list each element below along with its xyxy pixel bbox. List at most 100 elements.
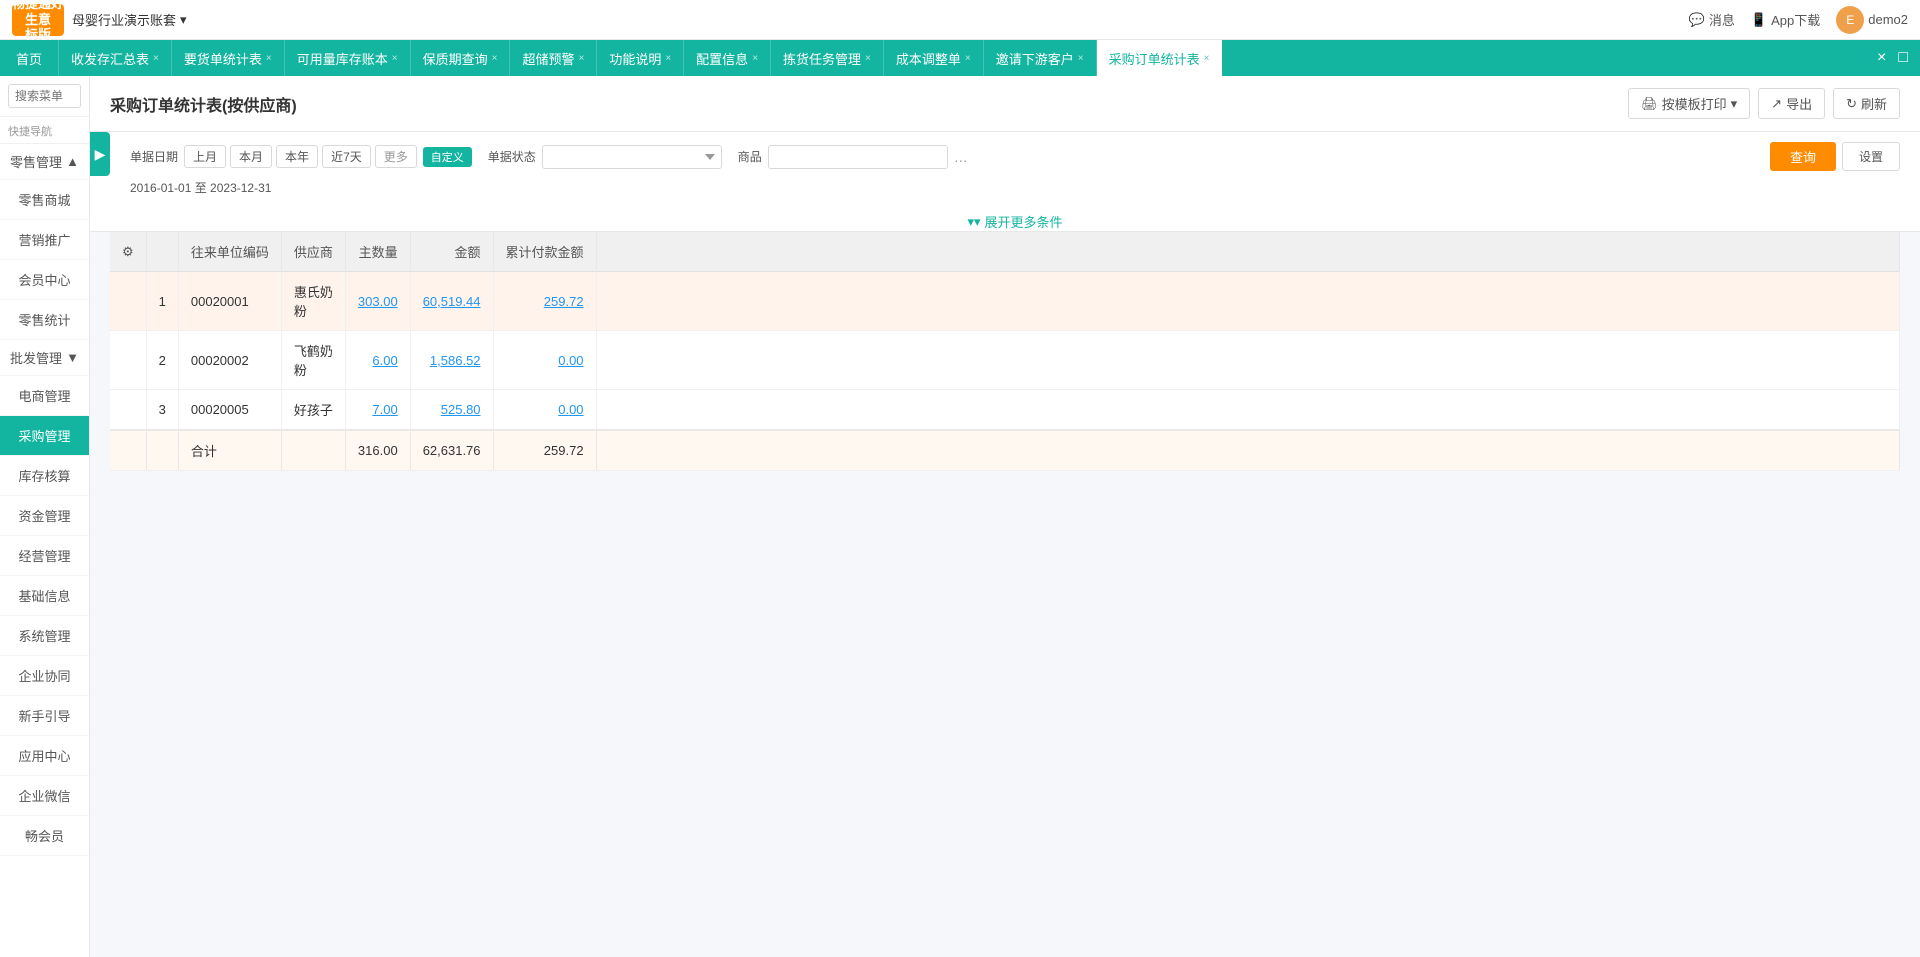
row-supplier-cell: 惠氏奶粉 bbox=[281, 272, 345, 331]
tab-invite-downstream-label: 邀请下游客户 bbox=[996, 49, 1074, 68]
print-button[interactable]: 🖨 按模板打印 ▾ bbox=[1628, 88, 1750, 119]
sidebar-item-purchase-mgmt[interactable]: 采购管理 bbox=[0, 416, 89, 456]
app-download-btn[interactable]: 📱 App下载 bbox=[1751, 10, 1820, 29]
tab-invite-downstream-close[interactable]: × bbox=[1078, 53, 1084, 64]
tab-purchase-summary[interactable]: 采购订单统计表 × bbox=[1097, 40, 1223, 76]
tab-config-info[interactable]: 配置信息 × bbox=[684, 40, 771, 76]
row-seq-cell: 2 bbox=[146, 331, 178, 390]
search-input[interactable] bbox=[8, 84, 81, 108]
filter-toggle-arrow[interactable]: ▶ bbox=[90, 132, 110, 176]
date-btn-more[interactable]: 更多 bbox=[375, 145, 417, 168]
gear-icon[interactable]: ⚙ bbox=[122, 244, 134, 259]
quick-nav-label: 快捷导航 bbox=[0, 117, 89, 144]
refresh-label: 刷新 bbox=[1861, 94, 1887, 113]
more-options-icon[interactable]: … bbox=[954, 149, 968, 165]
sidebar-item-finance-mgmt-label: 资金管理 bbox=[18, 506, 70, 525]
col-settings-header[interactable]: ⚙ bbox=[110, 232, 146, 272]
sidebar-item-marketing[interactable]: 营销推广 bbox=[0, 220, 89, 260]
search-button[interactable]: 查询 bbox=[1770, 142, 1836, 171]
sidebar-item-retail-stats-label: 零售统计 bbox=[18, 310, 70, 329]
tab-receive-send-close[interactable]: × bbox=[153, 53, 159, 64]
tab-warranty-query[interactable]: 保质期查询 × bbox=[411, 40, 511, 76]
tab-pick-task[interactable]: 拣货任务管理 × bbox=[771, 40, 884, 76]
sidebar-item-retail-stats[interactable]: 零售统计 bbox=[0, 300, 89, 340]
row-paid-cell[interactable]: 259.72 bbox=[493, 272, 596, 331]
tab-function-desc-close[interactable]: × bbox=[665, 53, 671, 64]
row-qty-cell[interactable]: 7.00 bbox=[345, 390, 410, 431]
tab-cost-adjust[interactable]: 成本调整单 × bbox=[884, 40, 984, 76]
sidebar-item-new-guide[interactable]: 新手引导 bbox=[0, 696, 89, 736]
refresh-button[interactable]: ↻ 刷新 bbox=[1833, 88, 1900, 119]
tab-invite-downstream[interactable]: 邀请下游客户 × bbox=[984, 40, 1097, 76]
top-bar-right: 💬 消息 📱 App下载 E demo2 bbox=[1689, 6, 1908, 34]
sidebar-item-finance-mgmt[interactable]: 资金管理 bbox=[0, 496, 89, 536]
filter-status-select[interactable] bbox=[542, 145, 722, 169]
row-amount-cell[interactable]: 1,586.52 bbox=[410, 331, 493, 390]
row-qty-cell[interactable]: 303.00 bbox=[345, 272, 410, 331]
tab-cost-adjust-label: 成本调整单 bbox=[896, 49, 961, 68]
tab-overstock-alert[interactable]: 超储预警 × bbox=[510, 40, 597, 76]
tab-cost-adjust-close[interactable]: × bbox=[965, 53, 971, 64]
date-btn-last-month[interactable]: 上月 bbox=[184, 145, 226, 168]
tab-inventory-ledger-close[interactable]: × bbox=[392, 53, 398, 64]
table-header: ⚙ 往来单位编码 供应商 主数量 金额 累计付款金额 bbox=[110, 232, 1900, 272]
tab-config-info-close[interactable]: × bbox=[752, 53, 758, 64]
settings-button[interactable]: 设置 bbox=[1842, 142, 1900, 171]
row-qty-cell[interactable]: 6.00 bbox=[345, 331, 410, 390]
date-btn-this-month[interactable]: 本月 bbox=[230, 145, 272, 168]
workspace-selector[interactable]: 母婴行业演示账套 ▾ bbox=[72, 10, 187, 29]
tab-purchase-summary-close[interactable]: × bbox=[1204, 53, 1210, 64]
filter-goods-input[interactable] bbox=[768, 145, 948, 169]
table-row: 3 00020005 好孩子 7.00 525.80 0.00 bbox=[110, 390, 1900, 431]
tab-order-summary-close[interactable]: × bbox=[266, 53, 272, 64]
footer-extra-cell bbox=[596, 430, 1899, 471]
sidebar-item-inventory-check[interactable]: 库存核算 bbox=[0, 456, 89, 496]
sidebar-item-app-center[interactable]: 应用中心 bbox=[0, 736, 89, 776]
message-btn[interactable]: 💬 消息 bbox=[1689, 10, 1735, 29]
sidebar-item-retail-shop[interactable]: 零售商城 bbox=[0, 180, 89, 220]
row-paid-cell[interactable]: 0.00 bbox=[493, 331, 596, 390]
sidebar-item-basic-info[interactable]: 基础信息 bbox=[0, 576, 89, 616]
page-title: 采购订单统计表(按供应商) bbox=[110, 92, 297, 128]
sidebar-item-retail-mgmt[interactable]: 零售管理 ▲ bbox=[0, 144, 89, 180]
export-button[interactable]: ↗ 导出 bbox=[1758, 88, 1825, 119]
tab-inventory-ledger[interactable]: 可用量库存账本 × bbox=[285, 40, 411, 76]
sidebar-item-enterprise-collab[interactable]: 企业协同 bbox=[0, 656, 89, 696]
tab-pick-task-close[interactable]: × bbox=[865, 53, 871, 64]
tab-purchase-summary-label: 采购订单统计表 bbox=[1109, 49, 1200, 68]
filter-status-item: 单据状态 bbox=[488, 145, 722, 169]
tab-warranty-query-close[interactable]: × bbox=[492, 53, 498, 64]
date-btn-this-year[interactable]: 本年 bbox=[276, 145, 318, 168]
sidebar-item-operations-mgmt[interactable]: 经营管理 bbox=[0, 536, 89, 576]
sidebar-item-member-center[interactable]: 会员中心 bbox=[0, 260, 89, 300]
sidebar-item-retail-shop-label: 零售商城 bbox=[18, 190, 70, 209]
sidebar-item-ecommerce-mgmt[interactable]: 电商管理 bbox=[0, 376, 89, 416]
tab-order-summary-label: 要货单统计表 bbox=[184, 49, 262, 68]
row-amount-cell[interactable]: 60,519.44 bbox=[410, 272, 493, 331]
tab-receive-send[interactable]: 收发存汇总表 × bbox=[59, 40, 172, 76]
sidebar-item-wholesale-mgmt-label: 批发管理 bbox=[10, 348, 62, 367]
date-btn-7days[interactable]: 近7天 bbox=[322, 145, 371, 168]
sidebar-item-enterprise-wechat[interactable]: 企业微信 bbox=[0, 776, 89, 816]
close-all-btn[interactable]: × bbox=[1873, 45, 1890, 71]
maximize-btn[interactable]: □ bbox=[1894, 45, 1912, 71]
user-avatar-area[interactable]: E demo2 bbox=[1836, 6, 1908, 34]
expand-more-btn[interactable]: ▾▾ 展开更多条件 bbox=[967, 212, 1062, 231]
chevron-down-icon: ▼ bbox=[66, 350, 79, 365]
footer-seq-cell bbox=[146, 430, 178, 471]
tab-order-summary[interactable]: 要货单统计表 × bbox=[172, 40, 285, 76]
row-paid-cell[interactable]: 0.00 bbox=[493, 390, 596, 431]
row-amount-cell[interactable]: 525.80 bbox=[410, 390, 493, 431]
chevron-icon: ▲ bbox=[66, 154, 79, 169]
nav-tabs-bar: 首页 收发存汇总表 × 要货单统计表 × 可用量库存账本 × 保质期查询 × 超… bbox=[0, 40, 1920, 76]
row-code-cell: 00020001 bbox=[178, 272, 281, 331]
sidebar-item-member[interactable]: 畅会员 bbox=[0, 816, 89, 856]
sidebar-item-system-mgmt[interactable]: 系统管理 bbox=[0, 616, 89, 656]
sidebar-item-wholesale-mgmt[interactable]: 批发管理 ▼ bbox=[0, 340, 89, 376]
table-body: 1 00020001 惠氏奶粉 303.00 60,519.44 259.72 … bbox=[110, 272, 1900, 431]
tab-function-desc[interactable]: 功能说明 × bbox=[597, 40, 684, 76]
tab-home[interactable]: 首页 bbox=[0, 40, 59, 76]
row-supplier-cell: 飞鹤奶粉 bbox=[281, 331, 345, 390]
tab-overstock-alert-close[interactable]: × bbox=[578, 53, 584, 64]
filter-date-item: 单据日期 上月 本月 本年 近7天 更多 自定义 bbox=[130, 145, 472, 168]
